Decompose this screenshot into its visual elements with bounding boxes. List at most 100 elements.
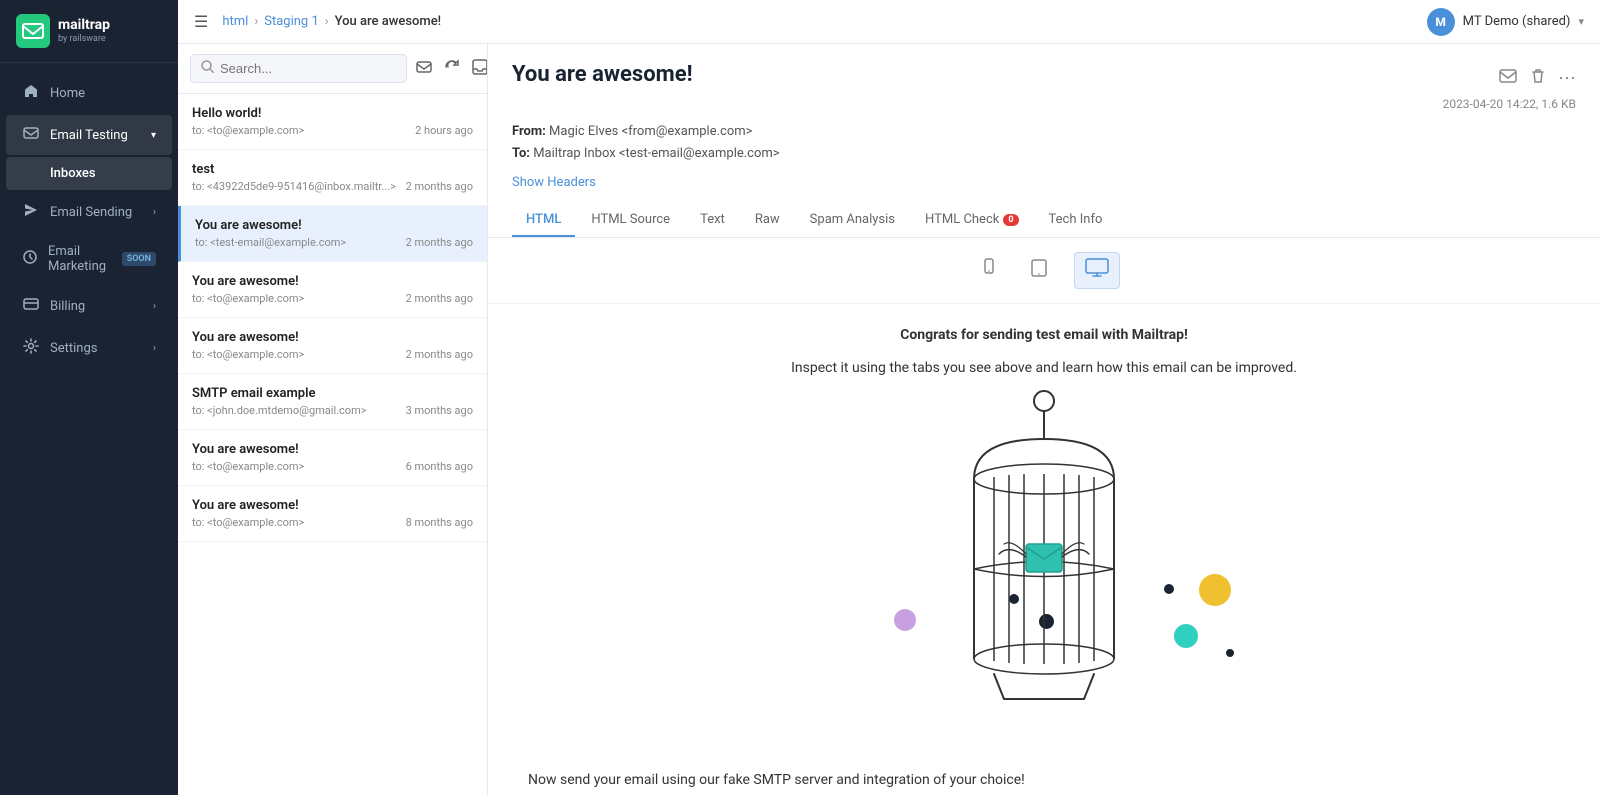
compose-icon[interactable] [415,58,433,80]
logo-name: mailtrap [58,18,110,33]
breadcrumb-inboxes[interactable]: html [222,14,248,29]
email-item-time: 2 months ago [406,180,473,193]
tab-tech-info[interactable]: Tech Info [1035,204,1117,237]
email-marketing-icon [22,249,38,269]
dot-dark3 [1164,584,1174,594]
email-item-to: to: <to@example.com> [192,292,398,305]
mobile-view-btn[interactable] [968,252,1010,289]
email-item-subject: test [192,162,473,177]
email-item-to: to: <43922d5de9-951416@inbox.mailtr...> [192,180,398,193]
list-item[interactable]: Hello world! to: <to@example.com> 2 hour… [178,94,487,150]
email-list-panel: Hello world! to: <to@example.com> 2 hour… [178,44,488,795]
logo: mailtrap by railsware [0,0,178,63]
desktop-view-btn[interactable] [1074,252,1120,289]
list-item[interactable]: SMTP email example to: <john.doe.mtdemo@… [178,374,487,430]
list-item[interactable]: test to: <43922d5de9-951416@inbox.mailtr… [178,150,487,206]
list-item[interactable]: You are awesome! to: <to@example.com> 6 … [178,430,487,486]
sidebar-item-settings-label: Settings [50,341,97,356]
search-input-wrap[interactable] [190,54,407,83]
tab-html[interactable]: HTML [512,204,575,237]
search-input[interactable] [220,61,396,76]
email-item-time: 2 months ago [406,292,473,305]
sidebar-item-email-sending-label: Email Sending [50,205,132,220]
tab-text[interactable]: Text [686,204,739,237]
email-item-subject: You are awesome! [192,498,473,513]
email-body-para2: Now send your email using our fake SMTP … [528,769,1560,791]
sidebar-item-email-sending[interactable]: Email Sending › [6,192,172,232]
settings-icon [22,338,40,358]
settings-arrow: › [153,343,156,354]
email-testing-icon [22,125,40,145]
search-icon [201,60,214,77]
breadcrumb: html › Staging 1 › You are awesome! [222,14,441,29]
sidebar: mailtrap by railsware Home Email Testing… [0,0,178,795]
email-item-to: to: <to@example.com> [192,460,398,473]
cage-svg-wrap [944,389,1144,726]
dot-purple [894,609,916,631]
content-area: Hello world! to: <to@example.com> 2 hour… [178,44,1600,795]
forward-icon[interactable] [1498,66,1518,91]
email-item-subject: You are awesome! [192,274,473,289]
sidebar-item-inboxes[interactable]: Inboxes [6,157,172,190]
breadcrumb-current: You are awesome! [335,14,441,29]
sidebar-item-inboxes-label: Inboxes [50,166,96,181]
email-body-heading: Congrats for sending test email with Mai… [900,327,1188,343]
email-date: 2023-04-20 14:22, 1.6 KB [1443,97,1576,111]
email-item-to: to: <to@example.com> [192,348,398,361]
inbox-icon[interactable] [471,58,488,80]
email-item-time: 3 months ago [406,404,473,417]
email-item-to: to: <test-email@example.com> [195,236,398,249]
user-label: MT Demo (shared) [1463,14,1571,29]
email-item-time: 2 hours ago [415,124,473,137]
tab-html-source[interactable]: HTML Source [577,204,684,237]
list-item[interactable]: You are awesome! to: <to@example.com> 2 … [178,318,487,374]
main-area: ☰ html › Staging 1 › You are awesome! M … [178,0,1600,795]
sidebar-item-email-testing-label: Email Testing [50,128,128,143]
tab-html-check[interactable]: HTML Check0 [911,204,1033,237]
user-chevron[interactable]: ▾ [1578,15,1584,28]
mailtrap-logo-icon [16,14,50,48]
email-sending-arrow: › [153,207,156,218]
tab-raw[interactable]: Raw [741,204,794,237]
email-item-subject: You are awesome! [192,330,473,345]
html-check-badge: 0 [1003,214,1018,226]
email-item-time: 8 months ago [406,516,473,529]
sidebar-nav: Home Email Testing ▾ Inboxes Email Sendi… [0,63,178,795]
sidebar-item-billing[interactable]: Billing › [6,286,172,326]
email-item-subject: Hello world! [192,106,473,121]
view-toggle [488,238,1600,304]
sidebar-item-email-marketing[interactable]: Email Marketing SOON [6,234,172,284]
email-item-time: 2 months ago [406,348,473,361]
soon-badge: SOON [122,252,156,266]
email-item-subject: SMTP email example [192,386,473,401]
list-item[interactable]: You are awesome! to: <to@example.com> 2 … [178,262,487,318]
user-avatar: M [1427,8,1455,36]
dot-yellow [1199,574,1231,606]
dot-dark4 [1226,649,1234,657]
billing-arrow: › [153,301,156,312]
email-tabs: HTML HTML Source Text Raw Spam Analysis … [512,204,1576,237]
sidebar-item-home-label: Home [50,86,85,101]
menu-icon[interactable]: ☰ [194,12,208,31]
list-item[interactable]: You are awesome! to: <to@example.com> 8 … [178,486,487,542]
sidebar-item-settings[interactable]: Settings › [6,328,172,368]
more-icon[interactable]: ⋯ [1558,68,1576,89]
list-item[interactable]: You are awesome! to: <test-email@example… [178,206,487,262]
email-item-to: to: <to@example.com> [192,124,407,137]
cage-svg [944,389,1144,719]
delete-icon[interactable] [1528,66,1548,91]
home-icon [22,83,40,103]
sidebar-item-email-testing[interactable]: Email Testing ▾ [6,115,172,155]
topbar: ☰ html › Staging 1 › You are awesome! M … [178,0,1600,44]
breadcrumb-sep1: › [254,14,258,29]
refresh-icon[interactable] [443,58,461,80]
breadcrumb-staging[interactable]: Staging 1 [264,14,319,29]
tablet-view-btn[interactable] [1020,252,1064,289]
logo-sub: by railsware [58,34,110,44]
email-body: Congrats for sending test email with Mai… [488,304,1600,795]
email-item-time: 2 months ago [406,236,473,249]
tab-spam-analysis[interactable]: Spam Analysis [796,204,909,237]
email-body-para1: Inspect it using the tabs you see above … [528,357,1560,379]
show-headers-link[interactable]: Show Headers [512,175,596,190]
sidebar-item-home[interactable]: Home [6,73,172,113]
